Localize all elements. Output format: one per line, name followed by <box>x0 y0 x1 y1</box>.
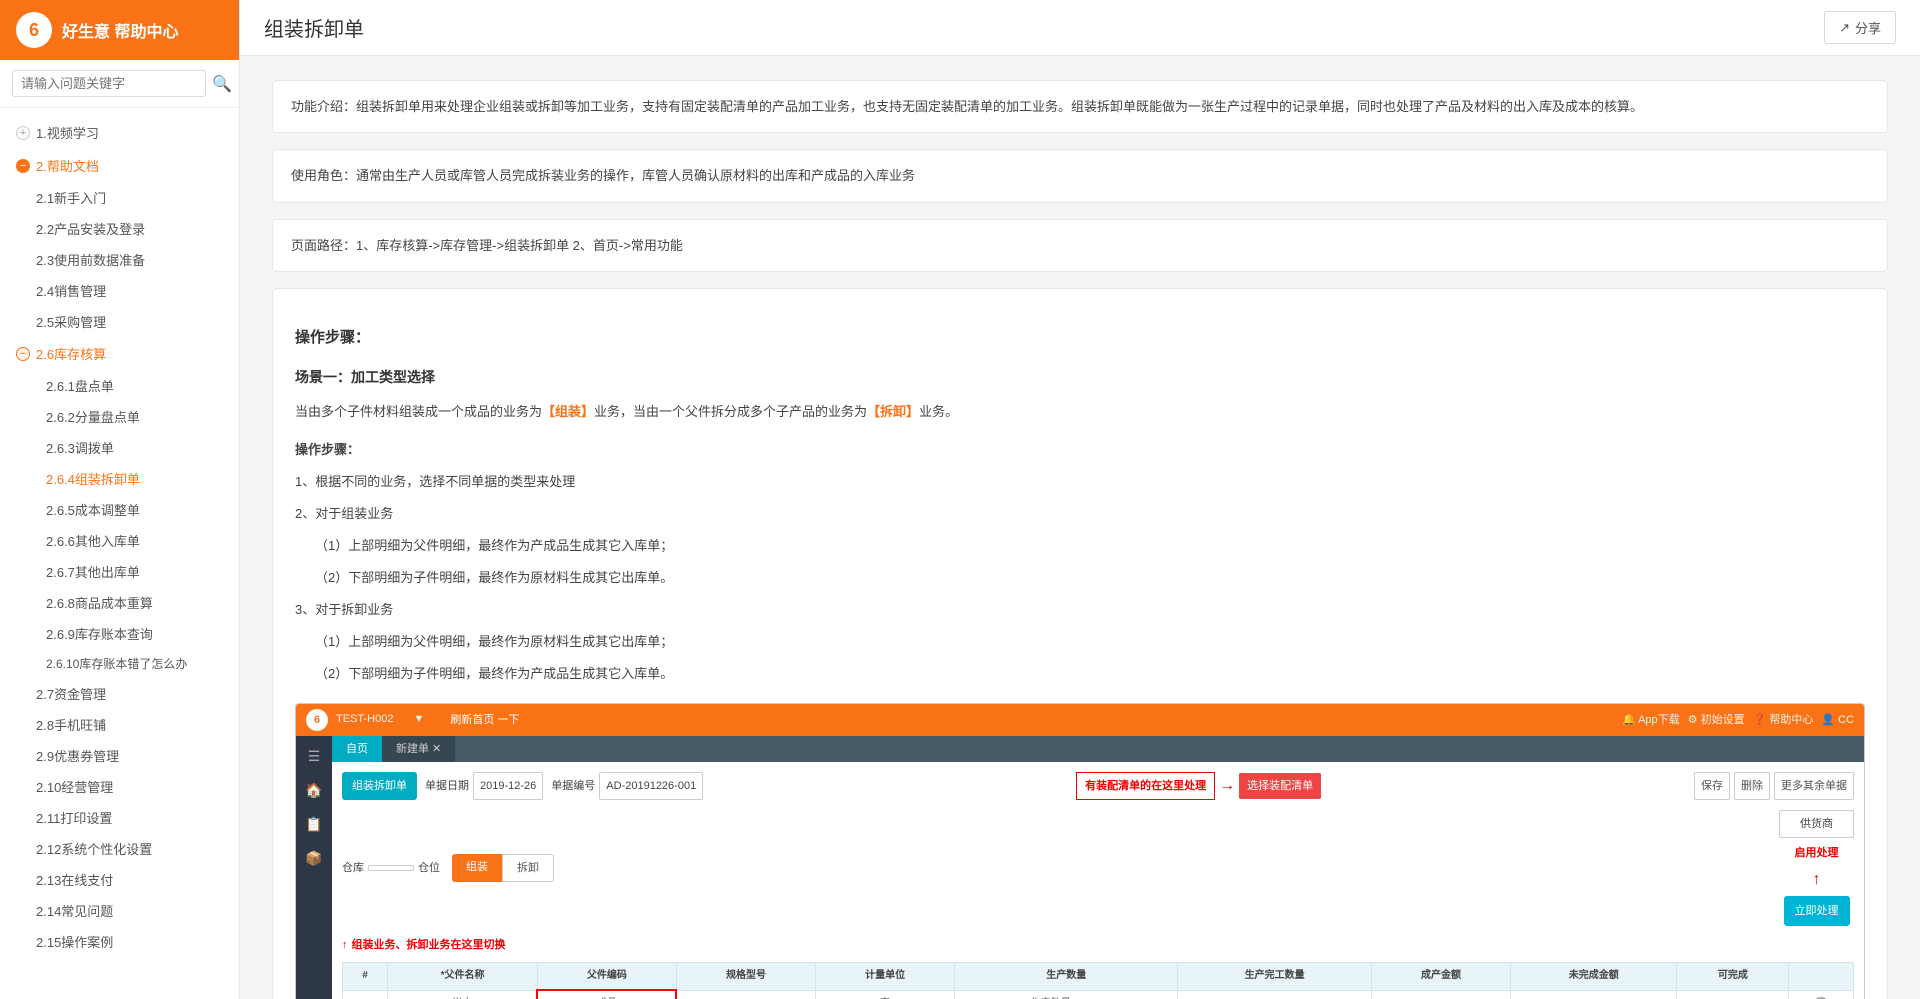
search-button[interactable]: 🔍 <box>212 74 232 94</box>
mock-annotation-area-1: 有装配清单的在这里处理 → 选择装配清单 <box>711 770 1686 802</box>
sidebar-item-transfer[interactable]: 2.6.3调拨单 <box>0 432 239 463</box>
mock-annotation-3-area: 供货商 启用处理 ↑ 立即处理 <box>1779 810 1854 926</box>
intro-text: 功能介绍：组装拆卸单用来处理企业组装或拆卸等加工业务，支持有固定装配清单的产品加… <box>291 99 1643 114</box>
screenshot-container: 6 TEST-H002 ▼ 刷新首页 一下 🔔 App下载 ⚙ 初始设置 ❓ 帮… <box>295 703 1865 999</box>
mock-doc-type-btn: 组装拆卸单 <box>342 772 417 800</box>
expand-icon: + <box>16 126 30 140</box>
role-text: 使用角色：通常由生产人员或库管人员完成拆装业务的操作，库管人员确认原材料的出库和… <box>291 168 915 183</box>
path-block: 页面路径：1、库存核算->库存管理->组装拆卸单 2、首页->常用功能 <box>272 219 1888 272</box>
mock-main-content: 自页 新建单 ✕ 组装拆卸单 单据日期 2019-12-26 <box>332 736 1864 999</box>
mock-tab-home: 自页 <box>332 736 382 762</box>
sidebar-item-cost-recalc[interactable]: 2.6.8商品成本重算 <box>0 587 239 618</box>
sidebar-item-cost-adjust[interactable]: 2.6.5成本调整单 <box>0 494 239 525</box>
mock-tab-new: 新建单 ✕ <box>382 736 455 762</box>
sidebar-header: 6 好生意 帮助中心 <box>0 0 239 60</box>
step3-2: （2）下部明细为子件明细，最终作为产成品生成其它入库单。 <box>295 661 1865 687</box>
step2-1: （1）上部明细为父件明细，最终作为产成品生成其它入库单； <box>295 533 1865 559</box>
sidebar-item-help-docs[interactable]: − 2.帮助文档 <box>0 149 239 182</box>
intro-block: 功能介绍：组装拆卸单用来处理企业组装或拆卸等加工业务，支持有固定装配清单的产品加… <box>272 80 1888 133</box>
mock-menu: TEST-H002 ▼ 刷新首页 一下 <box>336 708 525 732</box>
search-box: 🔍 <box>0 60 239 108</box>
sidebar-item-ledger-fix[interactable]: 2.6.10库存账本错了怎么办 <box>0 649 239 678</box>
sidebar-item-cases[interactable]: 2.15操作案例 <box>0 926 239 957</box>
mock-table-top: # *父件名称 父件编码 规格型号 计量单位 生产数量 生产完工数量 成产金额 <box>342 962 1854 999</box>
app-logo: 6 <box>16 12 52 48</box>
sidebar-item-online-pay[interactable]: 2.13在线支付 <box>0 864 239 895</box>
minus-icon: − <box>16 347 30 361</box>
sidebar-item-purchase[interactable]: 2.5采购管理 <box>0 306 239 337</box>
main-area: 组装拆卸单 ↗ 分享 功能介绍：组装拆卸单用来处理企业组装或拆卸等加工业务，支持… <box>240 0 1920 999</box>
mock-form-toolbar: 组装拆卸单 单据日期 2019-12-26 单据编号 AD-20191226-0… <box>342 770 1854 802</box>
sidebar-item-stocktake[interactable]: 2.6.1盘点单 <box>0 370 239 401</box>
scene-desc: 当由多个子件材料组装成一个成品的业务为【组装】业务，当由一个父件拆分成多个子产品… <box>295 399 1865 425</box>
mock-right-icons: 🔔 App下载 ⚙ 初始设置 ❓ 帮助中心 👤 CC <box>1622 709 1854 731</box>
sidebar-item-video-learning[interactable]: + 1.视频学习 <box>0 116 239 149</box>
step1: 1、根据不同的业务，选择不同单据的类型来处理 <box>295 469 1865 495</box>
sidebar-item-faq[interactable]: 2.14常见问题 <box>0 895 239 926</box>
sidebar-item-inventory[interactable]: − 2.6库存核算 <box>0 337 239 370</box>
content-area: 功能介绍：组装拆卸单用来处理企业组装或拆卸等加工业务，支持有固定装配清单的产品加… <box>240 56 1920 999</box>
mock-tabs: 自页 新建单 ✕ <box>332 736 1864 762</box>
mock-warehouse-field: 仓库 仓位 <box>342 857 440 879</box>
sidebar-item-partial-stocktake[interactable]: 2.6.2分量盘点单 <box>0 401 239 432</box>
search-input[interactable] <box>12 70 206 97</box>
expand-icon-active: − <box>16 159 30 173</box>
sidebar-item-sales[interactable]: 2.4销售管理 <box>0 275 239 306</box>
steps-block: 操作步骤： 场景一：加工类型选择 当由多个子件材料组装成一个成品的业务为【组装】… <box>272 288 1888 999</box>
sidebar-item-print[interactable]: 2.11打印设置 <box>0 802 239 833</box>
mock-topbar: 6 TEST-H002 ▼ 刷新首页 一下 🔔 App下载 ⚙ 初始设置 ❓ 帮… <box>296 704 1864 736</box>
topbar: 组装拆卸单 ↗ 分享 <box>240 0 1920 56</box>
step3-1: （1）上部明细为父件明细，最终作为原材料生成其它出库单； <box>295 629 1865 655</box>
share-button[interactable]: ↗ 分享 <box>1824 11 1896 44</box>
sidebar-item-install[interactable]: 2.2产品安装及登录 <box>0 213 239 244</box>
mock-doc-form: 组装拆卸单 单据日期 2019-12-26 单据编号 AD-20191226-0… <box>332 762 1864 999</box>
app-title: 好生意 帮助中心 <box>62 18 178 42</box>
mock-logo: 6 <box>306 709 328 731</box>
role-block: 使用角色：通常由生产人员或库管人员完成拆装业务的操作，库管人员确认原材料的出库和… <box>272 149 1888 202</box>
mock-sidebar-nav: ☰ 🏠 📋 📦 自页 新建单 ✕ <box>296 736 1864 999</box>
sidebar-item-finance[interactable]: 2.7资金管理 <box>0 678 239 709</box>
nav-tree: + 1.视频学习 − 2.帮助文档 2.1新手入门 2.2产品安装及登录 2.3… <box>0 108 239 999</box>
sidebar-item-assembly[interactable]: 2.6.4组装拆卸单 <box>0 463 239 494</box>
mock-sub-toolbar: 仓库 仓位 组装 拆卸 供货商 <box>342 810 1854 926</box>
up-arrow-icon: ↑ <box>342 934 348 956</box>
ops-steps-title: 操作步骤： <box>295 437 1865 463</box>
sidebar-item-mobile[interactable]: 2.8手机旺铺 <box>0 709 239 740</box>
sidebar-item-coupon[interactable]: 2.9优惠券管理 <box>0 740 239 771</box>
sidebar-item-operations[interactable]: 2.10经营管理 <box>0 771 239 802</box>
steps-title: 操作步骤： <box>295 323 1865 353</box>
share-icon: ↗ <box>1839 20 1850 36</box>
step3: 3、对于拆卸业务 <box>295 597 1865 623</box>
sidebar-item-other-in[interactable]: 2.6.6其他入库单 <box>0 525 239 556</box>
sidebar-item-personalize[interactable]: 2.12系统个性化设置 <box>0 833 239 864</box>
mock-icon-sidebar: ☰ 🏠 📋 📦 <box>296 736 332 999</box>
mock-action-btns: 保存 删除 更多其余单据 <box>1694 772 1854 800</box>
mock-date-field: 单据日期 2019-12-26 <box>425 772 543 800</box>
annotation-2-row: ↑ 组装业务、拆卸业务在这里切换 <box>342 934 1854 956</box>
sidebar-item-other-out[interactable]: 2.6.7其他出库单 <box>0 556 239 587</box>
sidebar: 6 好生意 帮助中心 🔍 + 1.视频学习 − 2.帮助文档 2.1新手入门 2… <box>0 0 240 999</box>
mock-no-field: 单据编号 AD-20191226-001 <box>551 772 703 800</box>
step2-2: （2）下部明细为子件明细，最终作为原材料生成其它出库单。 <box>295 565 1865 591</box>
mock-refresh-btn: 刷新首页 一下 <box>444 708 525 732</box>
mock-type-toggle: 组装 拆卸 <box>452 854 554 882</box>
path-text: 页面路径：1、库存核算->库存管理->组装拆卸单 2、首页->常用功能 <box>291 238 683 253</box>
sidebar-item-ledger-query[interactable]: 2.6.9库存账本查询 <box>0 618 239 649</box>
page-title: 组装拆卸单 <box>264 13 364 42</box>
mock-supplier-input: 供货商 <box>1779 810 1854 838</box>
scene-title: 场景一：加工类型选择 <box>295 369 435 385</box>
step2: 2、对于组装业务 <box>295 501 1865 527</box>
annotation-3: 启用处理 <box>1795 842 1839 864</box>
sidebar-item-data-prep[interactable]: 2.3使用前数据准备 <box>0 244 239 275</box>
annotation-2: 组装业务、拆卸业务在这里切换 <box>352 934 506 956</box>
sidebar-item-newcomer[interactable]: 2.1新手入门 <box>0 182 239 213</box>
annotation-1: 有装配清单的在这里处理 <box>1076 772 1215 800</box>
table-row: 1 米木 成品 套 生产数量 > 10... <box>343 990 1854 999</box>
